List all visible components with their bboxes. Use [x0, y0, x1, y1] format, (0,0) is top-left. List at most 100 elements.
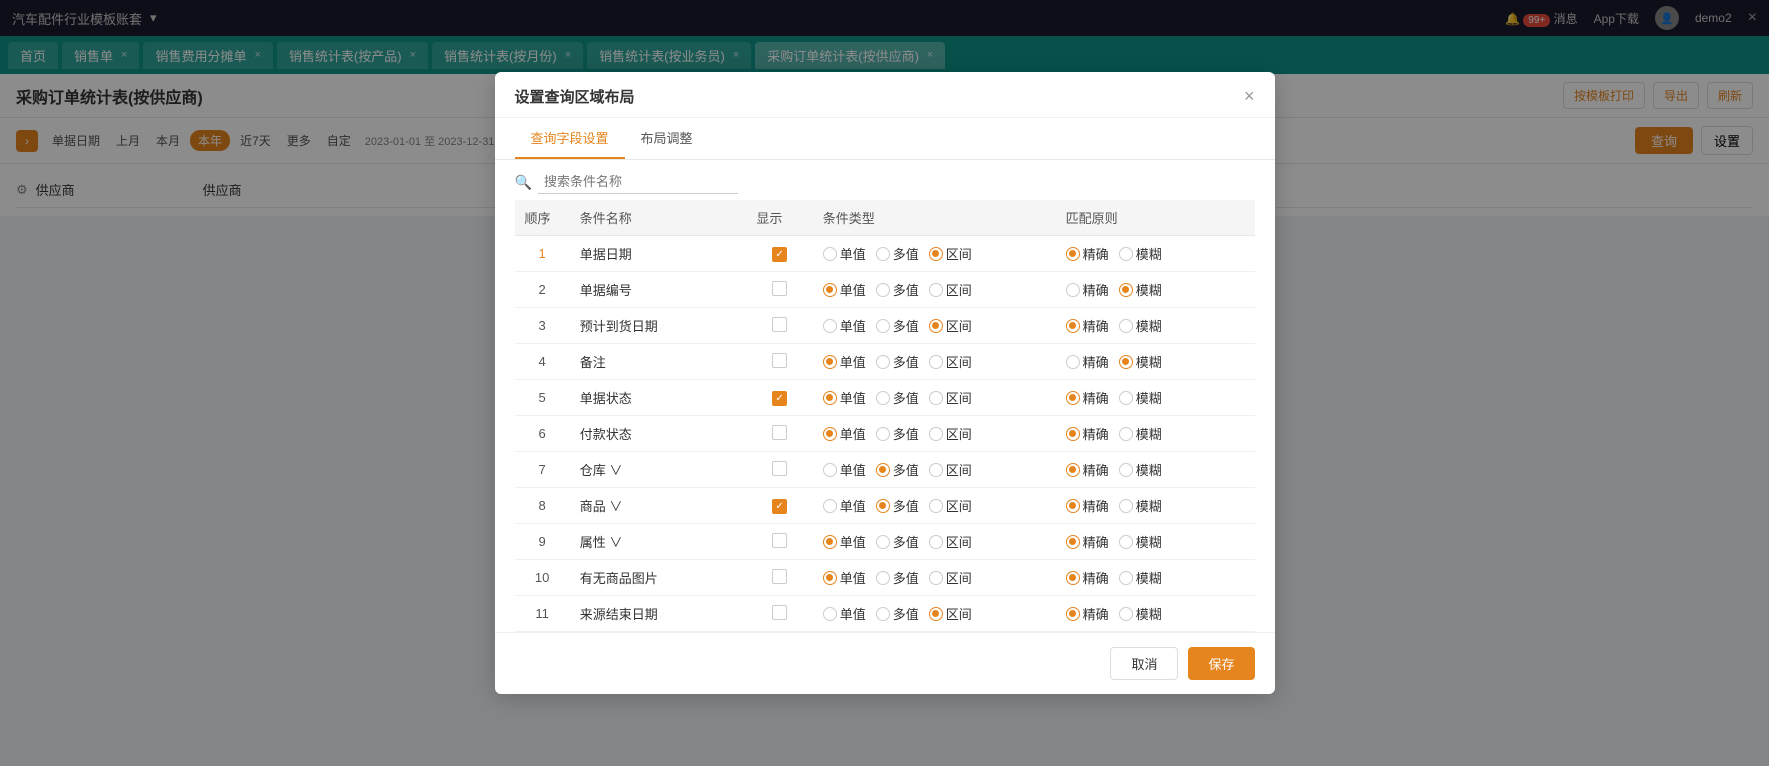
radio-circle-icon: [876, 607, 890, 621]
cancel-button[interactable]: 取消: [1110, 647, 1178, 680]
type-radio-区间[interactable]: 区间: [929, 496, 972, 515]
match-radio-模糊[interactable]: 模糊: [1119, 316, 1162, 335]
cell-name: 商品 ∨: [570, 488, 747, 524]
match-radio-精确[interactable]: 精确: [1066, 568, 1109, 587]
radio-circle-icon: [823, 463, 837, 477]
match-radio-精确[interactable]: 精确: [1066, 352, 1109, 371]
match-radio-精确[interactable]: 精确: [1066, 496, 1109, 515]
cell-display: [746, 560, 812, 596]
match-radio-模糊[interactable]: 模糊: [1119, 352, 1162, 371]
match-radio-模糊[interactable]: 模糊: [1119, 460, 1162, 479]
type-radio-单值[interactable]: 单值: [823, 244, 866, 263]
match-radio-精确[interactable]: 精确: [1066, 280, 1109, 299]
match-radio-模糊[interactable]: 模糊: [1119, 424, 1162, 443]
display-checkbox[interactable]: [772, 499, 787, 514]
type-radio-单值[interactable]: 单值: [823, 496, 866, 515]
th-display: 显示: [746, 200, 812, 236]
type-radio-多值[interactable]: 多值: [876, 532, 919, 551]
type-radio-多值[interactable]: 多值: [876, 424, 919, 443]
type-radio-区间[interactable]: 区间: [929, 460, 972, 479]
match-radio-模糊[interactable]: 模糊: [1119, 280, 1162, 299]
type-radio-单值[interactable]: 单值: [823, 568, 866, 587]
type-radio-区间[interactable]: 区间: [929, 604, 972, 623]
display-checkbox[interactable]: [772, 247, 787, 262]
type-radio-多值[interactable]: 多值: [876, 388, 919, 407]
type-radio-多值[interactable]: 多值: [876, 460, 919, 479]
cell-name: 付款状态: [570, 416, 747, 452]
modal-close-button[interactable]: ×: [1244, 86, 1255, 107]
type-radio-区间[interactable]: 区间: [929, 568, 972, 587]
type-radio-多值[interactable]: 多值: [876, 280, 919, 299]
match-radio-精确[interactable]: 精确: [1066, 244, 1109, 263]
display-checkbox[interactable]: [772, 461, 787, 476]
type-radio-区间[interactable]: 区间: [929, 244, 972, 263]
match-radio-模糊[interactable]: 模糊: [1119, 568, 1162, 587]
match-radio-精确[interactable]: 精确: [1066, 388, 1109, 407]
display-checkbox[interactable]: [772, 425, 787, 440]
match-radio-精确[interactable]: 精确: [1066, 532, 1109, 551]
modal-overlay: 设置查询区域布局 × 查询字段设置 布局调整 🔍 顺序 条件名称 显示 条件类型: [0, 0, 1769, 766]
type-radio-区间[interactable]: 区间: [929, 532, 972, 551]
radio-circle-icon: [876, 391, 890, 405]
type-radio-单值[interactable]: 单值: [823, 604, 866, 623]
display-checkbox[interactable]: [772, 533, 787, 548]
type-radio-单值[interactable]: 单值: [823, 424, 866, 443]
display-checkbox[interactable]: [772, 353, 787, 368]
type-radio-单值[interactable]: 单值: [823, 352, 866, 371]
display-checkbox[interactable]: [772, 281, 787, 296]
save-button[interactable]: 保存: [1188, 647, 1254, 680]
table-row: 11来源结束日期单值多值区间精确模糊: [515, 596, 1255, 632]
type-radio-区间[interactable]: 区间: [929, 280, 972, 299]
cell-display: [746, 308, 812, 344]
cell-order: 11: [515, 596, 570, 632]
match-radio-模糊[interactable]: 模糊: [1119, 496, 1162, 515]
type-radio-多值[interactable]: 多值: [876, 352, 919, 371]
display-checkbox[interactable]: [772, 317, 787, 332]
type-radio-区间[interactable]: 区间: [929, 388, 972, 407]
cell-type: 单值多值区间: [813, 452, 1056, 488]
type-radio-多值[interactable]: 多值: [876, 604, 919, 623]
match-radio-模糊[interactable]: 模糊: [1119, 532, 1162, 551]
cell-order: 8: [515, 488, 570, 524]
type-radio-单值[interactable]: 单值: [823, 532, 866, 551]
type-radio-多值[interactable]: 多值: [876, 316, 919, 335]
radio-circle-icon: [929, 391, 943, 405]
display-checkbox[interactable]: [772, 605, 787, 620]
type-radio-单值[interactable]: 单值: [823, 460, 866, 479]
type-radio-多值[interactable]: 多值: [876, 568, 919, 587]
match-radio-精确[interactable]: 精确: [1066, 424, 1109, 443]
radio-circle-icon: [929, 499, 943, 513]
cell-name: 单据编号: [570, 272, 747, 308]
th-name: 条件名称: [570, 200, 747, 236]
match-radio-模糊[interactable]: 模糊: [1119, 388, 1162, 407]
type-radio-单值[interactable]: 单值: [823, 280, 866, 299]
search-input[interactable]: [538, 170, 738, 194]
table-row: 4备注单值多值区间精确模糊: [515, 344, 1255, 380]
match-radio-精确[interactable]: 精确: [1066, 316, 1109, 335]
radio-circle-icon: [1066, 607, 1080, 621]
tab-layout-adjust[interactable]: 布局调整: [625, 118, 709, 159]
cell-match: 精确模糊: [1056, 416, 1255, 452]
type-radio-区间[interactable]: 区间: [929, 352, 972, 371]
match-radio-精确[interactable]: 精确: [1066, 460, 1109, 479]
table-row: 10有无商品图片单值多值区间精确模糊: [515, 560, 1255, 596]
radio-circle-icon: [1066, 319, 1080, 333]
th-order: 顺序: [515, 200, 570, 236]
match-radio-精确[interactable]: 精确: [1066, 604, 1109, 623]
display-checkbox[interactable]: [772, 391, 787, 406]
type-radio-区间[interactable]: 区间: [929, 424, 972, 443]
cell-type: 单值多值区间: [813, 344, 1056, 380]
match-radio-模糊[interactable]: 模糊: [1119, 604, 1162, 623]
type-radio-单值[interactable]: 单值: [823, 316, 866, 335]
type-radio-区间[interactable]: 区间: [929, 316, 972, 335]
type-radio-单值[interactable]: 单值: [823, 388, 866, 407]
cell-display: [746, 236, 812, 272]
type-radio-多值[interactable]: 多值: [876, 244, 919, 263]
tab-query-fields[interactable]: 查询字段设置: [515, 118, 625, 159]
radio-circle-icon: [823, 319, 837, 333]
radio-circle-icon: [1119, 427, 1133, 441]
display-checkbox[interactable]: [772, 569, 787, 584]
type-radio-多值[interactable]: 多值: [876, 496, 919, 515]
radio-circle-icon: [1066, 463, 1080, 477]
match-radio-模糊[interactable]: 模糊: [1119, 244, 1162, 263]
